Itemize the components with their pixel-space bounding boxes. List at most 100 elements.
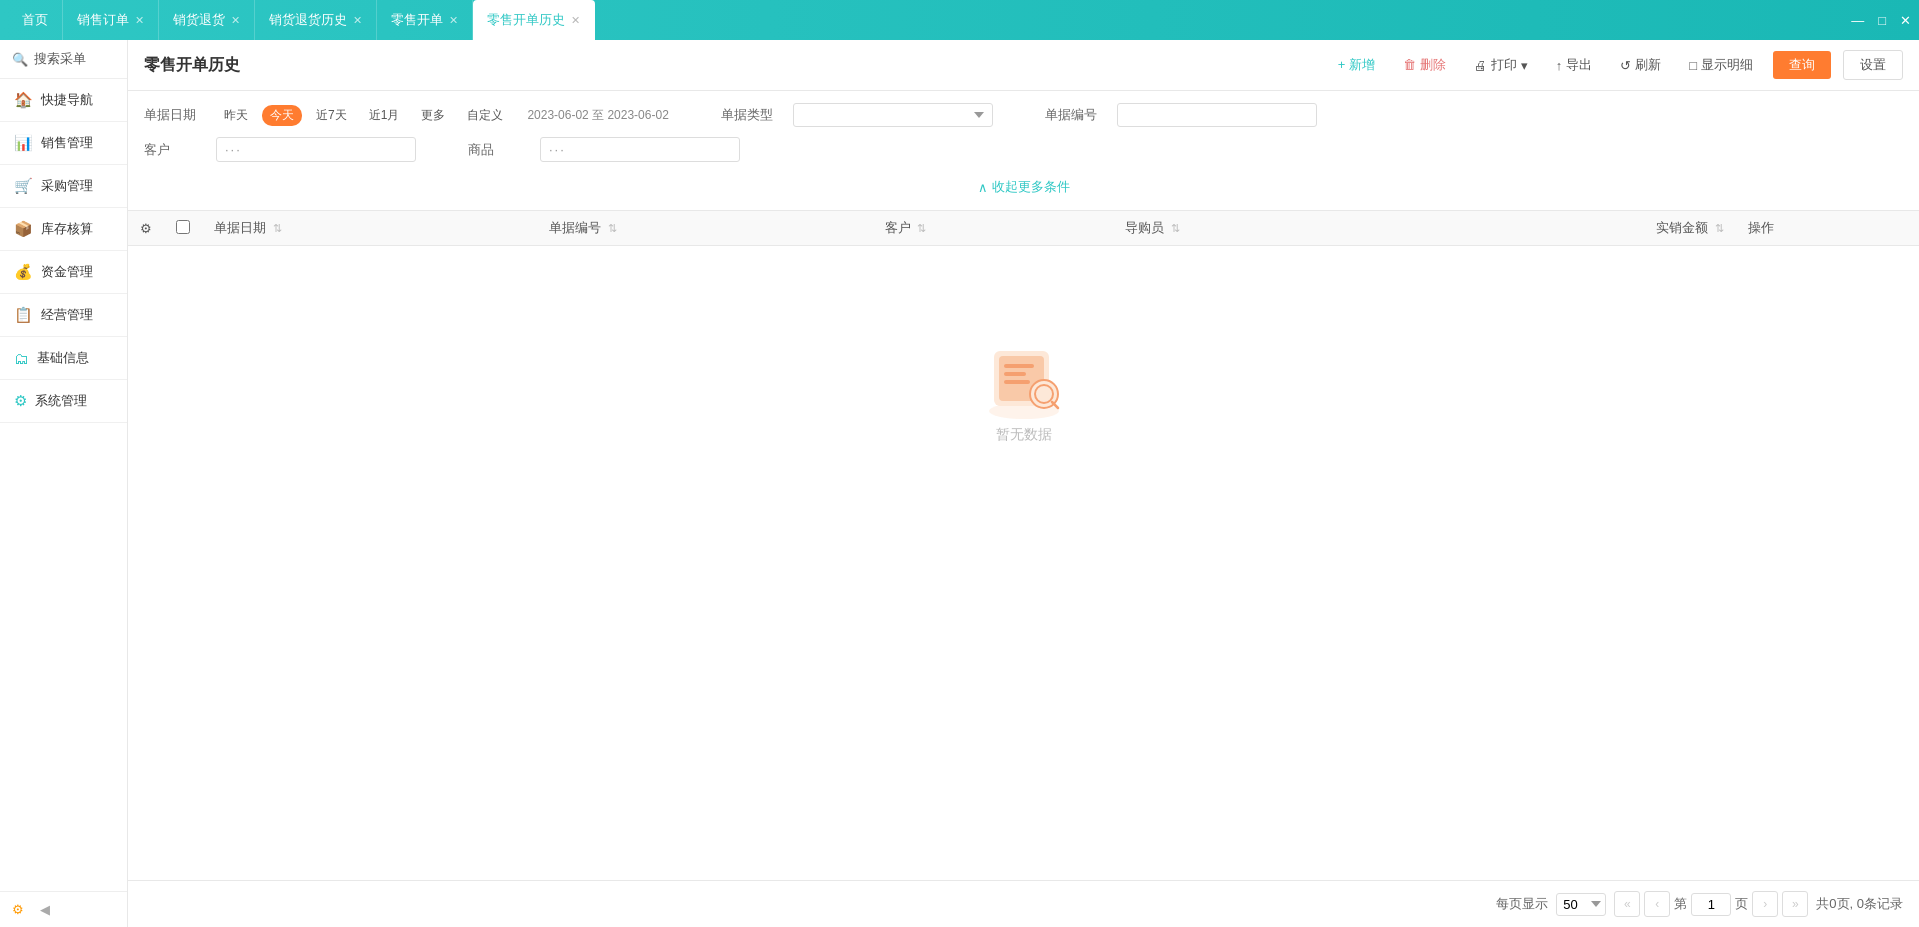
export-button[interactable]: ↑ 导出 — [1548, 52, 1601, 78]
date-btn-7days[interactable]: 近7天 — [308, 105, 355, 126]
customer-input[interactable]: ··· — [216, 137, 416, 162]
cart-icon: 🛒 — [14, 177, 33, 195]
page-title: 零售开单历史 — [144, 55, 240, 76]
chart-icon: 📊 — [14, 134, 33, 152]
goods-label: 商品 — [468, 141, 528, 159]
setting-button[interactable]: 设置 — [1843, 50, 1903, 80]
col-date[interactable]: 单据日期 ⇅ — [202, 211, 537, 246]
date-btn-today[interactable]: 今天 — [262, 105, 302, 126]
query-button[interactable]: 查询 — [1773, 51, 1831, 79]
sort-customer-icon: ⇅ — [917, 222, 926, 234]
main-layout: 🔍 搜索采单 🏠 快捷导航 📊 销售管理 🛒 采购管理 📦 库存核算 💰 资金管… — [0, 40, 1919, 927]
delete-button[interactable]: 🗑 删除 — [1395, 52, 1454, 78]
col-actions: 操作 — [1736, 211, 1919, 246]
col-customer[interactable]: 客户 ⇅ — [873, 211, 1113, 246]
svg-rect-3 — [1004, 364, 1034, 368]
header-actions: + 新增 🗑 删除 🖨 打印 ▾ ↑ 导出 ↺ 刷新 □ 显示明细 — [1330, 50, 1903, 80]
close-tab-retail-history[interactable]: ✕ — [571, 14, 580, 27]
close-btn-window[interactable]: ✕ — [1900, 13, 1911, 28]
sidebar-item-finance[interactable]: 💰 资金管理 — [0, 251, 127, 294]
prev-page-btn[interactable]: ‹ — [1644, 891, 1670, 917]
select-all-checkbox[interactable] — [176, 220, 190, 234]
file-icon: 🗂 — [14, 350, 29, 367]
col-salesman[interactable]: 导购员 ⇅ — [1113, 211, 1401, 246]
collapse-icon[interactable]: ◀ — [40, 902, 50, 917]
customer-label: 客户 — [144, 141, 204, 159]
sort-order-icon: ⇅ — [608, 222, 617, 234]
tab-retail-open[interactable]: 零售开单 ✕ — [377, 0, 473, 40]
sidebar-item-quick-nav[interactable]: 🏠 快捷导航 — [0, 79, 127, 122]
close-tab-sales-order[interactable]: ✕ — [135, 14, 144, 27]
order-no-input[interactable] — [1117, 103, 1317, 127]
close-tab-sales-return[interactable]: ✕ — [231, 14, 240, 27]
refresh-button[interactable]: ↺ 刷新 — [1612, 52, 1669, 78]
next-page-btn[interactable]: › — [1752, 891, 1778, 917]
sidebar-item-purchase-mgmt[interactable]: 🛒 采购管理 — [0, 165, 127, 208]
settings-col-icon[interactable]: ⚙ — [140, 221, 152, 236]
new-button[interactable]: + 新增 — [1330, 52, 1383, 78]
tab-sales-return[interactable]: 销货退货 ✕ — [159, 0, 255, 40]
sidebar-item-basic-info[interactable]: 🗂 基础信息 — [0, 337, 127, 380]
page-label-before: 第 — [1674, 895, 1687, 913]
checkbox-display-icon: □ — [1689, 58, 1697, 73]
page-navigation: « ‹ 第 页 › » — [1614, 891, 1808, 917]
close-tab-retail-open[interactable]: ✕ — [449, 14, 458, 27]
print-icon: 🖨 — [1474, 58, 1487, 73]
per-page-label: 每页显示 — [1496, 895, 1548, 913]
print-button[interactable]: 🖨 打印 ▾ — [1466, 52, 1536, 78]
date-btn-yesterday[interactable]: 昨天 — [216, 105, 256, 126]
date-label: 单据日期 — [144, 106, 204, 124]
minimize-btn[interactable]: — — [1851, 13, 1864, 28]
display-detail-button[interactable]: □ 显示明细 — [1681, 52, 1761, 78]
sidebar-item-ops-mgmt[interactable]: 📋 经营管理 — [0, 294, 127, 337]
sidebar-item-sales-mgmt[interactable]: 📊 销售管理 — [0, 122, 127, 165]
maximize-btn[interactable]: □ — [1878, 13, 1886, 28]
sort-amount-icon: ⇅ — [1715, 222, 1724, 234]
data-table: ⚙ 单据日期 ⇅ 单据编号 ⇅ — [128, 211, 1919, 524]
refresh-icon: ↺ — [1620, 58, 1631, 73]
tab-sales-return-history[interactable]: 销货退货历史 ✕ — [255, 0, 377, 40]
col-order-no[interactable]: 单据编号 ⇅ — [537, 211, 872, 246]
sidebar-item-sys-mgmt[interactable]: ⚙ 系统管理 — [0, 380, 127, 423]
sidebar-search[interactable]: 🔍 搜索采单 — [0, 40, 127, 79]
settings-bottom-icon[interactable]: ⚙ — [12, 902, 24, 917]
filter-row-2: 客户 ··· 商品 ··· — [144, 137, 1903, 162]
home-icon: 🏠 — [14, 91, 33, 109]
gear-icon: ⚙ — [14, 392, 27, 410]
page-number-input[interactable] — [1691, 893, 1731, 916]
filter-row-1: 单据日期 昨天 今天 近7天 近1月 更多 自定义 2023-06-02 至 2… — [144, 103, 1903, 127]
close-tab-sales-return-history[interactable]: ✕ — [353, 14, 362, 27]
tab-sales-order[interactable]: 销售订单 ✕ — [63, 0, 159, 40]
page-header: 零售开单历史 + 新增 🗑 删除 🖨 打印 ▾ ↑ 导出 ↺ 刷新 — [128, 40, 1919, 91]
table-body: 暂无数据 — [128, 246, 1919, 525]
col-checkbox[interactable] — [164, 211, 202, 246]
last-page-btn[interactable]: » — [1782, 891, 1808, 917]
total-info: 共0页, 0条记录 — [1816, 895, 1903, 913]
table-header: ⚙ 单据日期 ⇅ 单据编号 ⇅ — [128, 211, 1919, 246]
sort-salesman-icon: ⇅ — [1171, 222, 1180, 234]
col-amount[interactable]: 实销金额 ⇅ — [1401, 211, 1736, 246]
date-btn-1month[interactable]: 近1月 — [361, 105, 408, 126]
tab-home[interactable]: 首页 — [8, 0, 63, 40]
goods-input[interactable]: ··· — [540, 137, 740, 162]
date-btn-custom[interactable]: 自定义 — [459, 105, 511, 126]
money-icon: 💰 — [14, 263, 33, 281]
top-bar: 首页 销售订单 ✕ 销货退货 ✕ 销货退货历史 ✕ 零售开单 ✕ 零售开单历史 … — [0, 0, 1919, 40]
more-conditions-toggle[interactable]: ∧ 收起更多条件 — [144, 172, 1903, 198]
type-select[interactable] — [793, 103, 993, 127]
tab-retail-history[interactable]: 零售开单历史 ✕ — [473, 0, 595, 40]
per-page-select[interactable]: 50 10 20 100 — [1556, 893, 1606, 916]
sidebar-item-inventory[interactable]: 📦 库存核算 — [0, 208, 127, 251]
first-page-btn[interactable]: « — [1614, 891, 1640, 917]
collapse-icon-arrow: ∧ — [978, 180, 988, 195]
date-btn-more[interactable]: 更多 — [413, 105, 453, 126]
page-label: 页 — [1735, 895, 1748, 913]
window-controls: — □ ✕ — [1851, 13, 1911, 28]
search-icon: 🔍 — [12, 52, 28, 67]
empty-illustration — [974, 326, 1074, 426]
sidebar: 🔍 搜索采单 🏠 快捷导航 📊 销售管理 🛒 采购管理 📦 库存核算 💰 资金管… — [0, 40, 128, 927]
export-icon: ↑ — [1556, 58, 1563, 73]
col-settings[interactable]: ⚙ — [128, 211, 164, 246]
content-area: 零售开单历史 + 新增 🗑 删除 🖨 打印 ▾ ↑ 导出 ↺ 刷新 — [128, 40, 1919, 927]
pagination-bar: 每页显示 50 10 20 100 « ‹ 第 页 › » 共0页, 0条记录 — [128, 880, 1919, 927]
